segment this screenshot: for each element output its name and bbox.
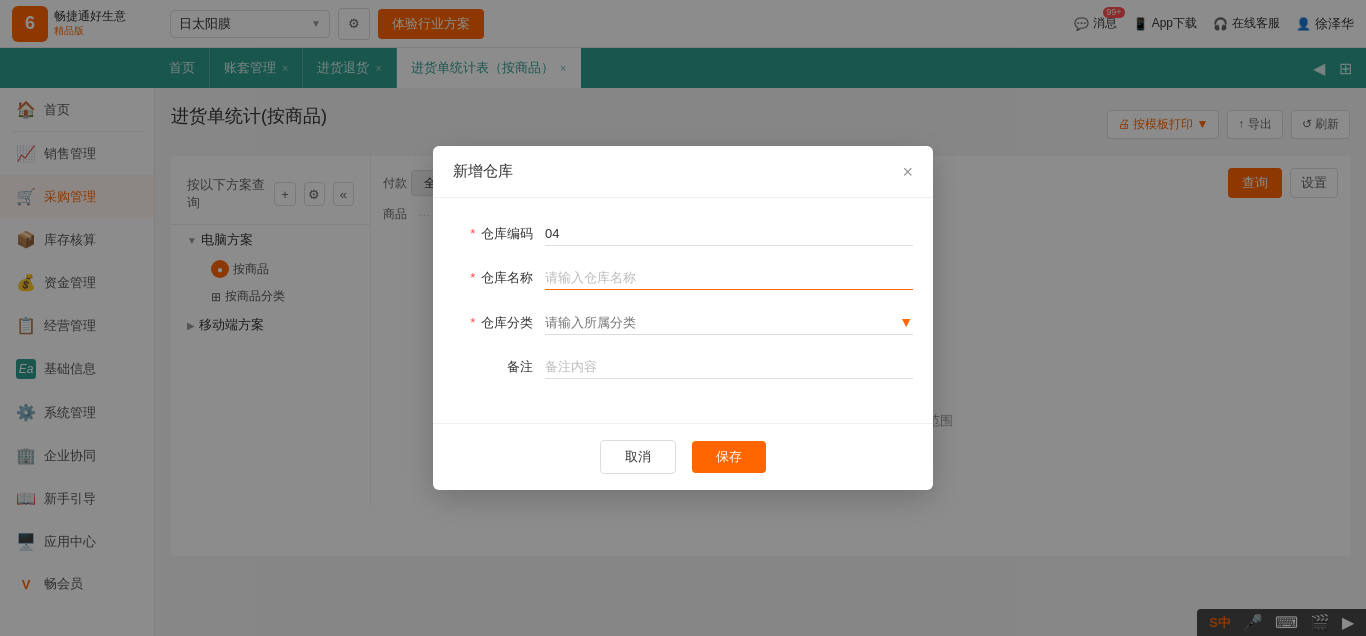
name-input[interactable]	[545, 266, 913, 290]
category-arrow-icon: ▼	[899, 314, 913, 330]
modal-title: 新增仓库	[453, 162, 513, 181]
remark-input[interactable]	[545, 355, 913, 379]
category-input[interactable]	[545, 315, 899, 330]
category-select-row[interactable]: ▼	[545, 310, 913, 335]
form-row-category: * 仓库分类 ▼	[453, 310, 913, 335]
modal-footer: 取消 保存	[433, 423, 933, 490]
modal-close-button[interactable]: ×	[902, 163, 913, 181]
form-row-remark: 备注	[453, 355, 913, 379]
modal-header: 新增仓库 ×	[433, 146, 933, 198]
category-label: * 仓库分类	[453, 314, 533, 332]
form-row-code: * 仓库编码	[453, 222, 913, 246]
code-label: * 仓库编码	[453, 225, 533, 243]
add-warehouse-modal: 新增仓库 × * 仓库编码 * 仓库名称	[433, 146, 933, 490]
form-row-name: * 仓库名称	[453, 266, 913, 290]
cancel-button[interactable]: 取消	[600, 440, 676, 474]
name-label: * 仓库名称	[453, 269, 533, 287]
remark-label: 备注	[453, 358, 533, 376]
code-input[interactable]	[545, 222, 913, 246]
modal-body: * 仓库编码 * 仓库名称 * 仓库分类	[433, 198, 933, 423]
modal-overlay[interactable]: 新增仓库 × * 仓库编码 * 仓库名称	[0, 0, 1366, 636]
save-button[interactable]: 保存	[692, 441, 766, 473]
